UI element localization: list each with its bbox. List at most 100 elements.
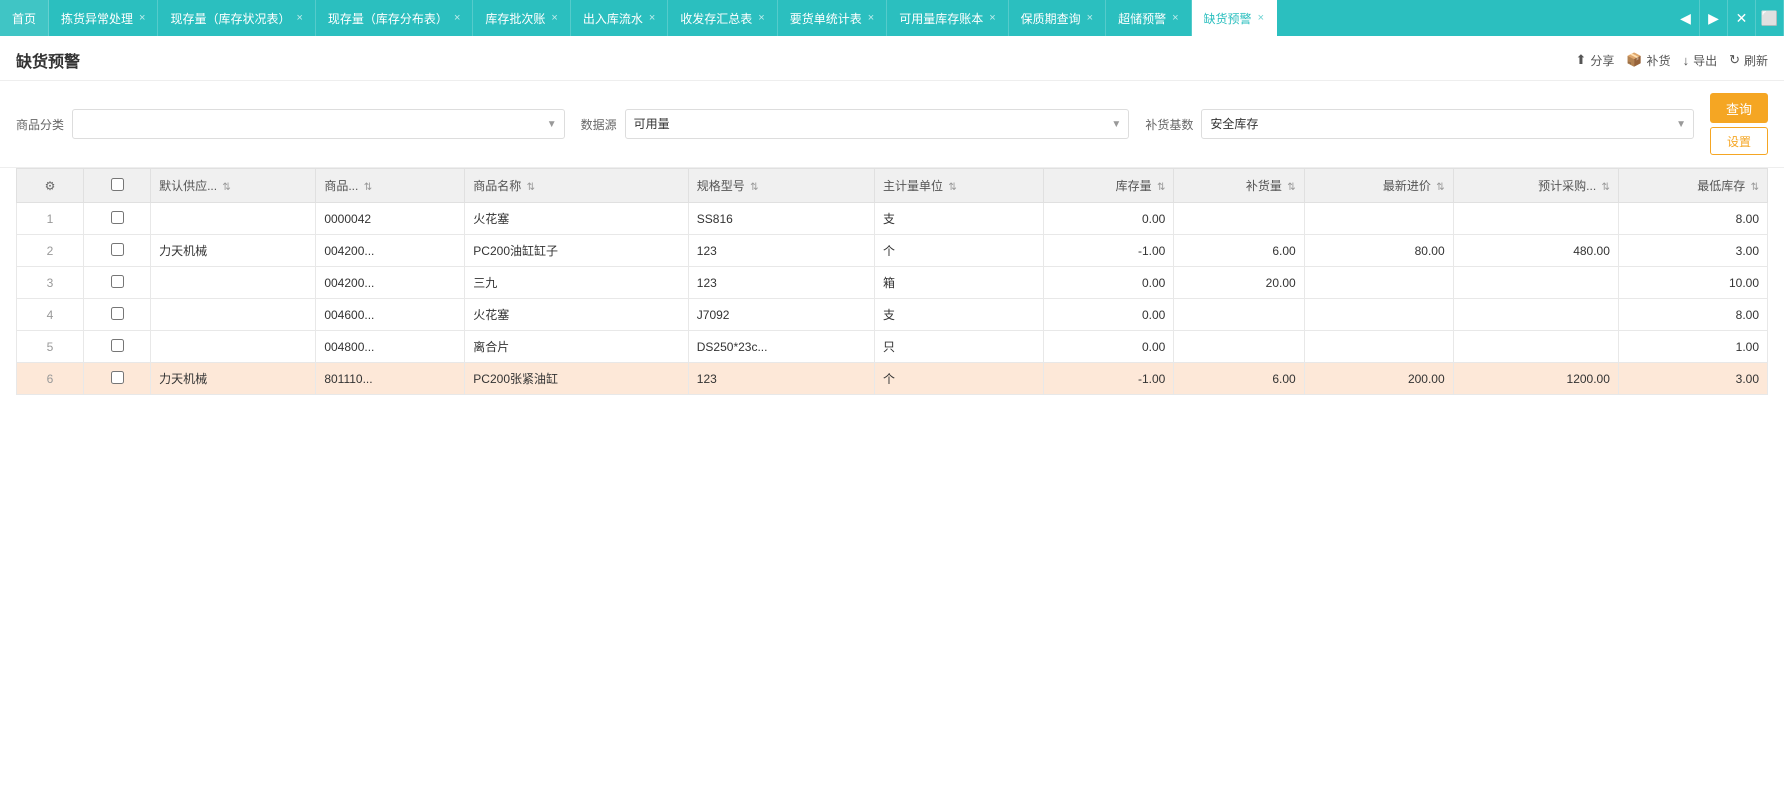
setting-button[interactable]: 设置 [1710,127,1768,155]
share-button[interactable]: ⬆ 分享 [1575,52,1614,69]
col-header-spec[interactable]: 规格型号 ⇅ [688,169,874,203]
tab-close-picking[interactable]: × [139,12,145,24]
filter-actions: 查询 设置 [1710,93,1768,155]
row-est-purchase [1453,331,1618,363]
data-table: ⚙ 默认供应... ⇅ 商品... ⇅ 商品名称 ⇅ [16,168,1768,395]
row-check[interactable] [84,267,151,299]
tab-picking[interactable]: 拣货异常处理 × [49,0,158,36]
row-replenish [1174,203,1304,235]
row-stock: 0.00 [1043,267,1173,299]
row-checkbox[interactable] [111,307,124,320]
tab-close-flow[interactable]: × [649,12,655,24]
row-check[interactable] [84,299,151,331]
tab-close-batch[interactable]: × [551,12,557,24]
base-select[interactable]: 安全库存 [1201,109,1694,139]
col-header-stock[interactable]: 库存量 ⇅ [1043,169,1173,203]
sort-icon-replenish: ⇅ [1287,182,1295,193]
tab-flow[interactable]: 出入库流水 × [571,0,668,36]
refresh-icon: ↻ [1729,52,1740,68]
col-header-replenish[interactable]: 补货量 ⇅ [1174,169,1304,203]
tab-expand-btn[interactable]: ⬜ [1756,0,1784,36]
row-unit: 支 [874,299,1043,331]
row-replenish: 6.00 [1174,235,1304,267]
tab-home[interactable]: 首页 [0,0,49,36]
category-select[interactable] [72,109,565,139]
row-checkbox[interactable] [111,339,124,352]
table-row: 4 004600... 火花塞 J7092 支 0.00 8.00 [17,299,1768,331]
row-supplier: 力天机械 [151,363,316,395]
tab-next-btn[interactable]: ▶ [1700,0,1728,36]
tab-close-requisition[interactable]: × [868,12,874,24]
check-all-checkbox[interactable] [111,178,124,191]
tab-available[interactable]: 可用量库存账本 × [887,0,1008,36]
category-filter-group: 商品分类 ▼ [16,109,565,139]
export-icon: ↓ [1683,53,1690,68]
row-stock: -1.00 [1043,363,1173,395]
row-spec: J7092 [688,299,874,331]
row-latest-price [1304,267,1453,299]
row-code: 004200... [316,267,465,299]
row-checkbox[interactable] [111,211,124,224]
tab-inventory-status[interactable]: 现存量（库存状况表） × [158,0,315,36]
row-latest-price [1304,331,1453,363]
row-checkbox[interactable] [111,243,124,256]
row-stock: -1.00 [1043,235,1173,267]
col-settings[interactable]: ⚙ [17,169,84,203]
row-supplier: 力天机械 [151,235,316,267]
datasource-select[interactable]: 可用量 [625,109,1130,139]
col-header-price[interactable]: 最新进价 ⇅ [1304,169,1453,203]
table-body: 1 0000042 火花塞 SS816 支 0.00 8.00 2 力天机械 0… [17,203,1768,395]
row-check[interactable] [84,203,151,235]
replenish-button[interactable]: 📦 补货 [1626,52,1670,69]
col-header-code[interactable]: 商品... ⇅ [316,169,465,203]
sort-icon-price: ⇅ [1436,182,1444,193]
tab-prev-btn[interactable]: ◀ [1672,0,1700,36]
table-row: 2 力天机械 004200... PC200油缸缸子 123 个 -1.00 6… [17,235,1768,267]
sort-icon-estpurchase: ⇅ [1602,182,1610,193]
tab-close-shortage[interactable]: × [1258,12,1264,24]
row-spec: SS816 [688,203,874,235]
tab-overstock[interactable]: 超储预警 × [1106,0,1191,36]
col-header-estpurchase[interactable]: 预计采购... ⇅ [1453,169,1618,203]
col-header-unit[interactable]: 主计量单位 ⇅ [874,169,1043,203]
row-stock: 0.00 [1043,299,1173,331]
sort-icon-supplier: ⇅ [222,182,230,193]
row-check[interactable] [84,363,151,395]
table-row: 1 0000042 火花塞 SS816 支 0.00 8.00 [17,203,1768,235]
row-check[interactable] [84,235,151,267]
tab-close-all-btn[interactable]: ✕ [1728,0,1756,36]
export-button[interactable]: ↓ 导出 [1683,52,1718,69]
col-header-minstock[interactable]: 最低库存 ⇅ [1618,169,1767,203]
tab-requisition[interactable]: 要货单统计表 × [778,0,887,36]
row-min-stock: 8.00 [1618,203,1767,235]
row-latest-price [1304,203,1453,235]
row-name: 火花塞 [465,203,688,235]
tab-batch[interactable]: 库存批次账 × [473,0,570,36]
query-button[interactable]: 查询 [1710,93,1768,123]
sort-icon-stock: ⇅ [1157,182,1165,193]
base-select-wrap: 安全库存 ▼ [1201,109,1694,139]
table-header-row: ⚙ 默认供应... ⇅ 商品... ⇅ 商品名称 ⇅ [17,169,1768,203]
tab-close-available[interactable]: × [989,12,995,24]
tab-close-expiry[interactable]: × [1087,12,1093,24]
tab-summary[interactable]: 收发存汇总表 × [668,0,777,36]
tab-close-inventory-status[interactable]: × [296,12,302,24]
col-header-supplier[interactable]: 默认供应... ⇅ [151,169,316,203]
tab-shortage[interactable]: 缺货预警 × [1192,0,1277,36]
tab-close-inventory-dist[interactable]: × [454,12,460,24]
row-checkbox[interactable] [111,275,124,288]
refresh-button[interactable]: ↻ 刷新 [1729,52,1768,69]
base-filter-label: 补货基数 [1145,116,1193,133]
tab-close-summary[interactable]: × [758,12,764,24]
page-header: 缺货预警 ⬆ 分享 📦 补货 ↓ 导出 ↻ 刷新 [0,36,1784,81]
tab-inventory-dist[interactable]: 现存量（库存分布表） × [316,0,473,36]
col-check-all[interactable] [84,169,151,203]
tab-close-overstock[interactable]: × [1172,12,1178,24]
row-min-stock: 1.00 [1618,331,1767,363]
col-header-name[interactable]: 商品名称 ⇅ [465,169,688,203]
row-checkbox[interactable] [111,371,124,384]
table-row: 3 004200... 三九 123 箱 0.00 20.00 10.00 [17,267,1768,299]
tab-expiry[interactable]: 保质期查询 × [1009,0,1106,36]
row-supplier [151,331,316,363]
row-check[interactable] [84,331,151,363]
